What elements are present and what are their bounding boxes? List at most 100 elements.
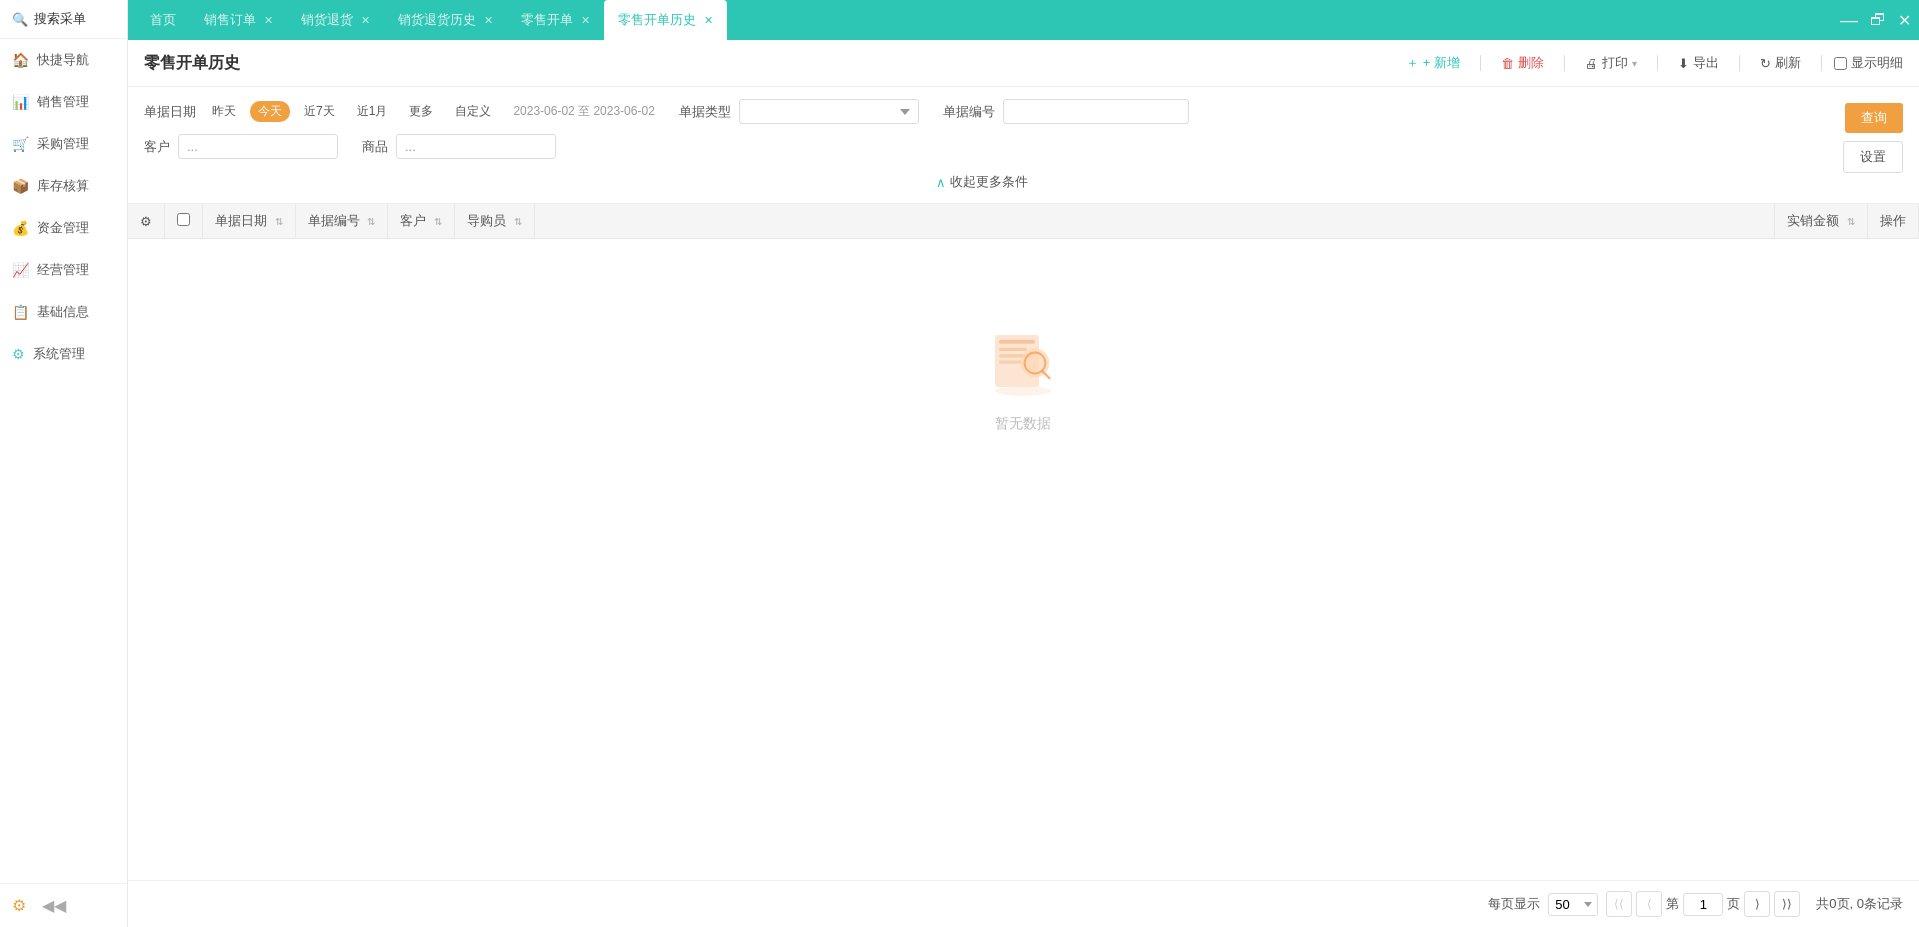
filter-row-1: 单据日期 昨天 今天 近7天 近1月 更多 自定义 2023-06-02 至 2…	[144, 99, 1819, 124]
doctype-select[interactable]	[739, 99, 919, 124]
customer-filter-label: 客户	[144, 138, 170, 156]
collapse-label: 收起更多条件	[950, 173, 1028, 191]
sidebar-item-finance[interactable]: 💰 资金管理	[0, 207, 127, 249]
toolbar-divider-4	[1739, 55, 1740, 71]
per-page-select[interactable]: 50 20 100	[1548, 893, 1598, 916]
sidebar-footer: ⚙ ◀◀	[0, 883, 127, 927]
pagination: 每页显示 50 20 100 ⟨⟨ ⟨ 第 页 ⟩ ⟩⟩ 共0页, 0条记录	[128, 880, 1919, 927]
table-settings-icon[interactable]: ⚙	[140, 214, 152, 229]
sidebar-item-inventory[interactable]: 📦 库存核算	[0, 165, 127, 207]
tab-retail-open[interactable]: 零售开单 ✕	[507, 0, 604, 40]
date-btn-1month[interactable]: 近1月	[349, 101, 396, 122]
delete-icon: 🗑	[1501, 56, 1514, 71]
window-restore-icon[interactable]: 🗗	[1870, 11, 1886, 29]
toolbar-divider-5	[1821, 55, 1822, 71]
th-guide-label: 导购员	[467, 213, 506, 228]
sidebar-search[interactable]: 🔍 搜索采单	[0, 0, 127, 39]
collapse-row[interactable]: ∧ 收起更多条件	[144, 169, 1819, 191]
tab-retail-open-history-close[interactable]: ✕	[704, 14, 713, 27]
tab-sales-return-history-close[interactable]: ✕	[484, 14, 493, 27]
sidebar-item-label: 系统管理	[33, 345, 85, 363]
sidebar-item-label: 资金管理	[37, 219, 89, 237]
sidebar-item-operations[interactable]: 📈 经营管理	[0, 249, 127, 291]
print-icon: 🖨	[1585, 56, 1598, 71]
show-detail-label: 显示明细	[1851, 54, 1903, 72]
th-customer-label: 客户	[400, 213, 426, 228]
sidebar-item-basic-info[interactable]: 📋 基础信息	[0, 291, 127, 333]
prev-page-btn[interactable]: ⟨	[1636, 891, 1662, 917]
sidebar-item-quick-nav[interactable]: 🏠 快捷导航	[0, 39, 127, 81]
sort-amount-icon: ⇅	[1847, 216, 1855, 227]
tab-home-label: 首页	[150, 11, 176, 29]
search-icon: 🔍	[12, 12, 28, 27]
tab-bar: 首页 销售订单 ✕ 销货退货 ✕ 销货退货历史 ✕ 零售开单 ✕ 零售开单历史 …	[128, 0, 1919, 40]
settings-button[interactable]: 设置	[1843, 141, 1903, 173]
export-label: 导出	[1693, 54, 1719, 72]
goods-select-btn[interactable]: ...	[396, 134, 556, 159]
filter-item-customer: 客户 ...	[144, 134, 338, 159]
tab-sales-return-history[interactable]: 销货退货历史 ✕	[384, 0, 507, 40]
refresh-button[interactable]: ↻ 刷新	[1752, 50, 1809, 76]
delete-button[interactable]: 🗑 删除	[1493, 50, 1552, 76]
page-suffix: 页	[1727, 895, 1740, 913]
sidebar-item-sales-mgmt[interactable]: 📊 销售管理	[0, 81, 127, 123]
tab-sales-order-close[interactable]: ✕	[264, 14, 273, 27]
sidebar-item-label: 快捷导航	[37, 51, 89, 69]
th-doc-date[interactable]: 单据日期 ⇅	[203, 204, 296, 239]
date-btn-7days[interactable]: 近7天	[296, 101, 343, 122]
sidebar-item-purchase-mgmt[interactable]: 🛒 采购管理	[0, 123, 127, 165]
next-page-btn[interactable]: ⟩	[1744, 891, 1770, 917]
customer-ellipsis: ...	[187, 139, 198, 154]
first-page-btn[interactable]: ⟨⟨	[1606, 891, 1632, 917]
date-btn-yesterday[interactable]: 昨天	[204, 101, 244, 122]
tab-sales-return[interactable]: 销货退货 ✕	[287, 0, 384, 40]
toolbar-divider-2	[1564, 55, 1565, 71]
docno-input[interactable]	[1003, 99, 1189, 124]
empty-illustration	[973, 319, 1073, 399]
show-detail-toggle[interactable]: 显示明细	[1834, 54, 1903, 72]
tab-sales-order[interactable]: 销售订单 ✕	[190, 0, 287, 40]
ops-icon: 📈	[12, 262, 29, 278]
last-page-btn[interactable]: ⟩⟩	[1774, 891, 1800, 917]
date-btn-custom[interactable]: 自定义	[447, 101, 499, 122]
tab-sales-return-close[interactable]: ✕	[361, 14, 370, 27]
show-detail-checkbox[interactable]	[1834, 57, 1847, 70]
customer-select-btn[interactable]: ...	[178, 134, 338, 159]
tab-retail-open-close[interactable]: ✕	[581, 14, 590, 27]
query-button[interactable]: 查询	[1845, 103, 1903, 133]
window-minimize-icon[interactable]: —	[1840, 10, 1858, 31]
sidebar-item-system[interactable]: ⚙ 系统管理	[0, 333, 127, 375]
page-header: 零售开单历史 ＋ + 新增 🗑 删除 🖨 打印 ▾	[128, 40, 1919, 87]
tab-retail-open-history[interactable]: 零售开单历史 ✕	[604, 0, 727, 40]
select-all-checkbox[interactable]	[177, 213, 190, 226]
date-btn-today[interactable]: 今天	[250, 101, 290, 122]
print-button[interactable]: 🖨 打印 ▾	[1577, 50, 1645, 76]
table-container: ⚙ 单据日期 ⇅ 单据编号 ⇅	[128, 204, 1919, 880]
main-area: 首页 销售订单 ✕ 销货退货 ✕ 销货退货历史 ✕ 零售开单 ✕ 零售开单历史 …	[128, 0, 1919, 927]
th-doc-no-label: 单据编号	[308, 213, 360, 228]
sort-doc-date-icon: ⇅	[275, 216, 283, 227]
sidebar-item-label: 经营管理	[37, 261, 89, 279]
th-amount[interactable]: 实销金额 ⇅	[1775, 204, 1868, 239]
th-guide[interactable]: 导购员 ⇅	[454, 204, 534, 239]
tab-home[interactable]: 首页	[136, 0, 190, 40]
th-checkbox	[165, 204, 203, 239]
page-input[interactable]	[1683, 893, 1723, 916]
window-close-icon[interactable]: ✕	[1898, 11, 1911, 30]
table-header: ⚙ 单据日期 ⇅ 单据编号 ⇅	[128, 204, 1919, 239]
refresh-icon: ↻	[1760, 56, 1771, 71]
settings-footer-icon[interactable]: ⚙	[12, 896, 26, 915]
data-table: ⚙ 单据日期 ⇅ 单据编号 ⇅	[128, 204, 1919, 473]
collapse-sidebar-icon[interactable]: ◀◀	[42, 896, 66, 915]
th-doc-no[interactable]: 单据编号 ⇅	[295, 204, 388, 239]
date-btn-more[interactable]: 更多	[401, 101, 441, 122]
date-filter-label: 单据日期	[144, 103, 196, 121]
th-customer[interactable]: 客户 ⇅	[388, 204, 455, 239]
print-dropdown-icon: ▾	[1632, 58, 1637, 69]
delete-label: 删除	[1518, 54, 1544, 72]
add-button[interactable]: ＋ + 新增	[1398, 50, 1468, 76]
th-actions: 操作	[1868, 204, 1919, 239]
sort-guide-icon: ⇅	[514, 216, 522, 227]
sort-customer-icon: ⇅	[434, 216, 442, 227]
export-button[interactable]: ⬇ 导出	[1670, 50, 1727, 76]
